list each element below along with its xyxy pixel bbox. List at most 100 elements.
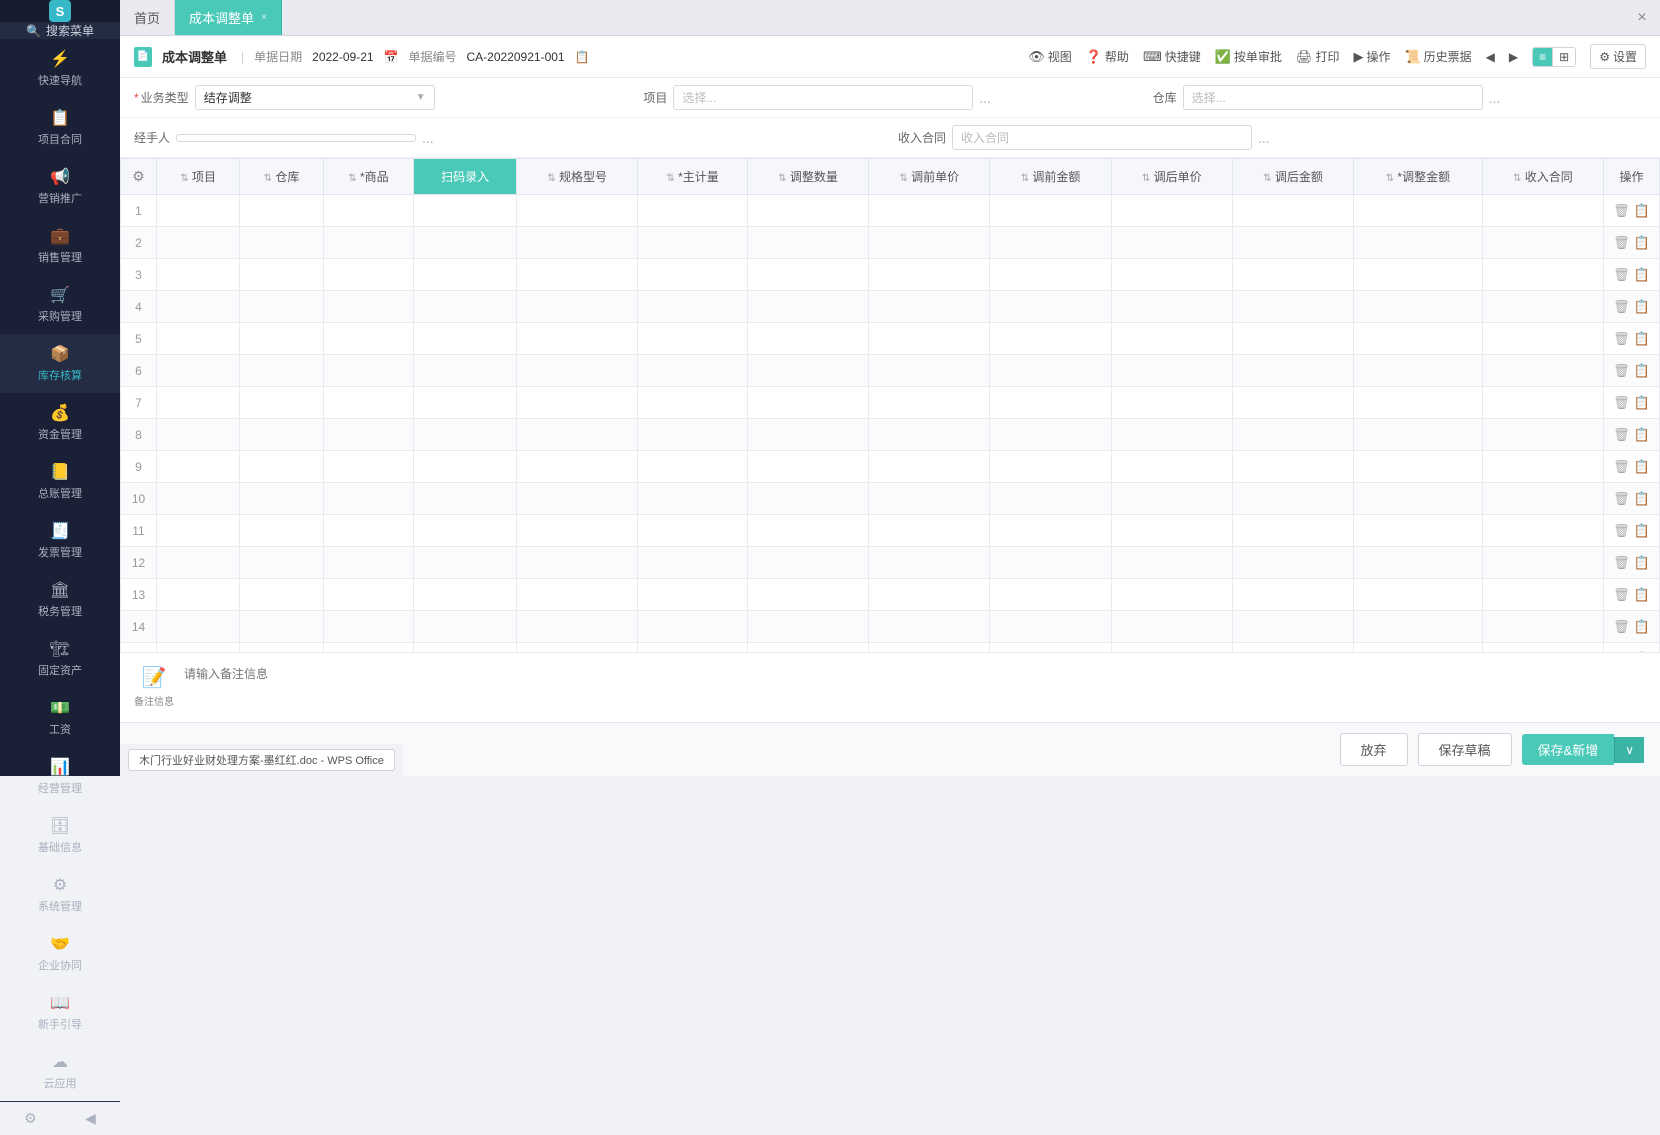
table-cell[interactable] bbox=[157, 611, 240, 643]
table-cell[interactable] bbox=[157, 195, 240, 227]
sidebar-search[interactable]: 🔍 搜索菜单 bbox=[0, 22, 120, 39]
table-cell[interactable] bbox=[869, 611, 990, 643]
table-cell[interactable] bbox=[1482, 579, 1603, 611]
table-cell[interactable] bbox=[747, 579, 868, 611]
table-cell[interactable] bbox=[517, 547, 638, 579]
copy-row-icon[interactable]: 📋 bbox=[1634, 459, 1650, 475]
table-cell[interactable] bbox=[1482, 195, 1603, 227]
delete-row-icon[interactable]: 🗑 bbox=[1613, 331, 1630, 347]
view-grid-button[interactable]: ⊞ bbox=[1553, 48, 1575, 66]
table-cell[interactable] bbox=[323, 643, 414, 653]
table-cell[interactable] bbox=[1482, 387, 1603, 419]
table-cell[interactable] bbox=[747, 611, 868, 643]
sidebar-item-newbie-guide[interactable]: 📖 新手引导 bbox=[0, 983, 120, 1042]
scan-col-header[interactable]: 扫码录入 bbox=[414, 159, 517, 195]
copy-row-icon[interactable]: 📋 bbox=[1634, 619, 1650, 635]
table-cell[interactable] bbox=[1354, 483, 1483, 515]
sidebar-item-system-mgmt[interactable]: ⚙ 系统管理 bbox=[0, 865, 120, 924]
table-cell[interactable] bbox=[1111, 611, 1232, 643]
sidebar-item-purchase-mgmt[interactable]: 🛒 采购管理 bbox=[0, 275, 120, 334]
table-cell[interactable] bbox=[157, 643, 240, 653]
table-cell[interactable] bbox=[240, 355, 323, 387]
table-cell[interactable] bbox=[323, 547, 414, 579]
table-cell[interactable] bbox=[747, 259, 868, 291]
delete-row-icon[interactable]: 🗑 bbox=[1613, 203, 1630, 219]
table-cell[interactable] bbox=[157, 323, 240, 355]
table-cell[interactable] bbox=[869, 419, 990, 451]
copy-row-icon[interactable]: 📋 bbox=[1634, 395, 1650, 411]
table-cell[interactable] bbox=[1482, 483, 1603, 515]
approve-action[interactable]: ✅ 按单审批 bbox=[1215, 48, 1282, 65]
table-cell[interactable] bbox=[747, 387, 868, 419]
copy-row-icon[interactable]: 📋 bbox=[1634, 203, 1650, 219]
delete-row-icon[interactable]: 🗑 bbox=[1613, 427, 1630, 443]
table-cell[interactable] bbox=[869, 227, 990, 259]
table-cell[interactable] bbox=[1111, 195, 1232, 227]
table-cell[interactable] bbox=[638, 259, 748, 291]
table-cell[interactable] bbox=[1111, 355, 1232, 387]
view-action[interactable]: 👁 视图 bbox=[1028, 48, 1072, 65]
table-cell[interactable] bbox=[1232, 195, 1353, 227]
table-cell[interactable] bbox=[240, 483, 323, 515]
table-cell[interactable] bbox=[240, 451, 323, 483]
table-cell[interactable] bbox=[1482, 515, 1603, 547]
biz-type-select[interactable]: 结存调整 ▼ bbox=[195, 85, 435, 110]
table-cell[interactable] bbox=[638, 291, 748, 323]
sidebar-item-inventory-calc[interactable]: 📦 库存核算 bbox=[0, 334, 120, 393]
window-close-button[interactable]: × bbox=[1624, 0, 1660, 36]
table-cell[interactable] bbox=[1111, 259, 1232, 291]
table-cell[interactable] bbox=[990, 419, 1111, 451]
copy-row-icon[interactable]: 📋 bbox=[1634, 587, 1650, 603]
table-cell[interactable] bbox=[240, 643, 323, 653]
table-cell[interactable] bbox=[1232, 483, 1353, 515]
history-action[interactable]: 📜 历史票据 bbox=[1404, 48, 1471, 65]
table-cell[interactable] bbox=[747, 355, 868, 387]
table-cell[interactable] bbox=[747, 451, 868, 483]
table-cell[interactable] bbox=[1354, 323, 1483, 355]
sidebar-item-quick-nav[interactable]: ⚡ 快速导航 bbox=[0, 39, 120, 98]
table-cell[interactable] bbox=[414, 387, 517, 419]
table-cell[interactable] bbox=[1111, 227, 1232, 259]
table-cell[interactable] bbox=[414, 323, 517, 355]
table-cell[interactable] bbox=[1232, 323, 1353, 355]
income-contract-select[interactable]: 收入合同 bbox=[952, 125, 1252, 150]
delete-row-icon[interactable]: 🗑 bbox=[1613, 619, 1630, 635]
table-cell[interactable] bbox=[240, 547, 323, 579]
copy-row-icon[interactable]: 📋 bbox=[1634, 427, 1650, 443]
shortcut-action[interactable]: ⌨ 快捷键 bbox=[1143, 48, 1201, 65]
table-cell[interactable] bbox=[1111, 643, 1232, 653]
table-cell[interactable] bbox=[517, 291, 638, 323]
warehouse-dots[interactable]: ... bbox=[1489, 90, 1501, 106]
table-cell[interactable] bbox=[638, 227, 748, 259]
table-cell[interactable] bbox=[1354, 419, 1483, 451]
table-cell[interactable] bbox=[990, 355, 1111, 387]
table-cell[interactable] bbox=[747, 483, 868, 515]
table-cell[interactable] bbox=[414, 259, 517, 291]
table-cell[interactable] bbox=[1482, 291, 1603, 323]
sidebar-item-invoice-mgmt[interactable]: 🧾 发票管理 bbox=[0, 511, 120, 570]
sidebar-item-basic-info[interactable]: 🗄 基础信息 bbox=[0, 806, 120, 865]
table-cell[interactable] bbox=[1111, 291, 1232, 323]
table-cell[interactable] bbox=[1232, 579, 1353, 611]
table-cell[interactable] bbox=[323, 227, 414, 259]
settings-button[interactable]: ⚙ 设置 bbox=[1590, 44, 1646, 69]
table-cell[interactable] bbox=[157, 355, 240, 387]
table-cell[interactable] bbox=[157, 419, 240, 451]
sidebar-item-capital-mgmt[interactable]: 💰 资金管理 bbox=[0, 393, 120, 452]
delete-row-icon[interactable]: 🗑 bbox=[1613, 523, 1630, 539]
nav-prev-action[interactable]: ◀ bbox=[1486, 50, 1495, 64]
table-cell[interactable] bbox=[414, 355, 517, 387]
copy-row-icon[interactable]: 📋 bbox=[1634, 235, 1650, 251]
table-cell[interactable] bbox=[323, 483, 414, 515]
table-cell[interactable] bbox=[1354, 387, 1483, 419]
handler-select[interactable] bbox=[176, 134, 416, 142]
table-cell[interactable] bbox=[517, 419, 638, 451]
table-cell[interactable] bbox=[517, 387, 638, 419]
sidebar-item-cloud-app[interactable]: ☁ 云应用 bbox=[0, 1042, 120, 1101]
table-cell[interactable] bbox=[638, 515, 748, 547]
table-cell[interactable] bbox=[1482, 323, 1603, 355]
copy-row-icon[interactable]: 📋 bbox=[1634, 299, 1650, 315]
column-settings-icon[interactable]: ⚙ bbox=[132, 168, 145, 184]
table-cell[interactable] bbox=[240, 323, 323, 355]
sidebar-item-project-contract[interactable]: 📋 项目合同 bbox=[0, 98, 120, 157]
